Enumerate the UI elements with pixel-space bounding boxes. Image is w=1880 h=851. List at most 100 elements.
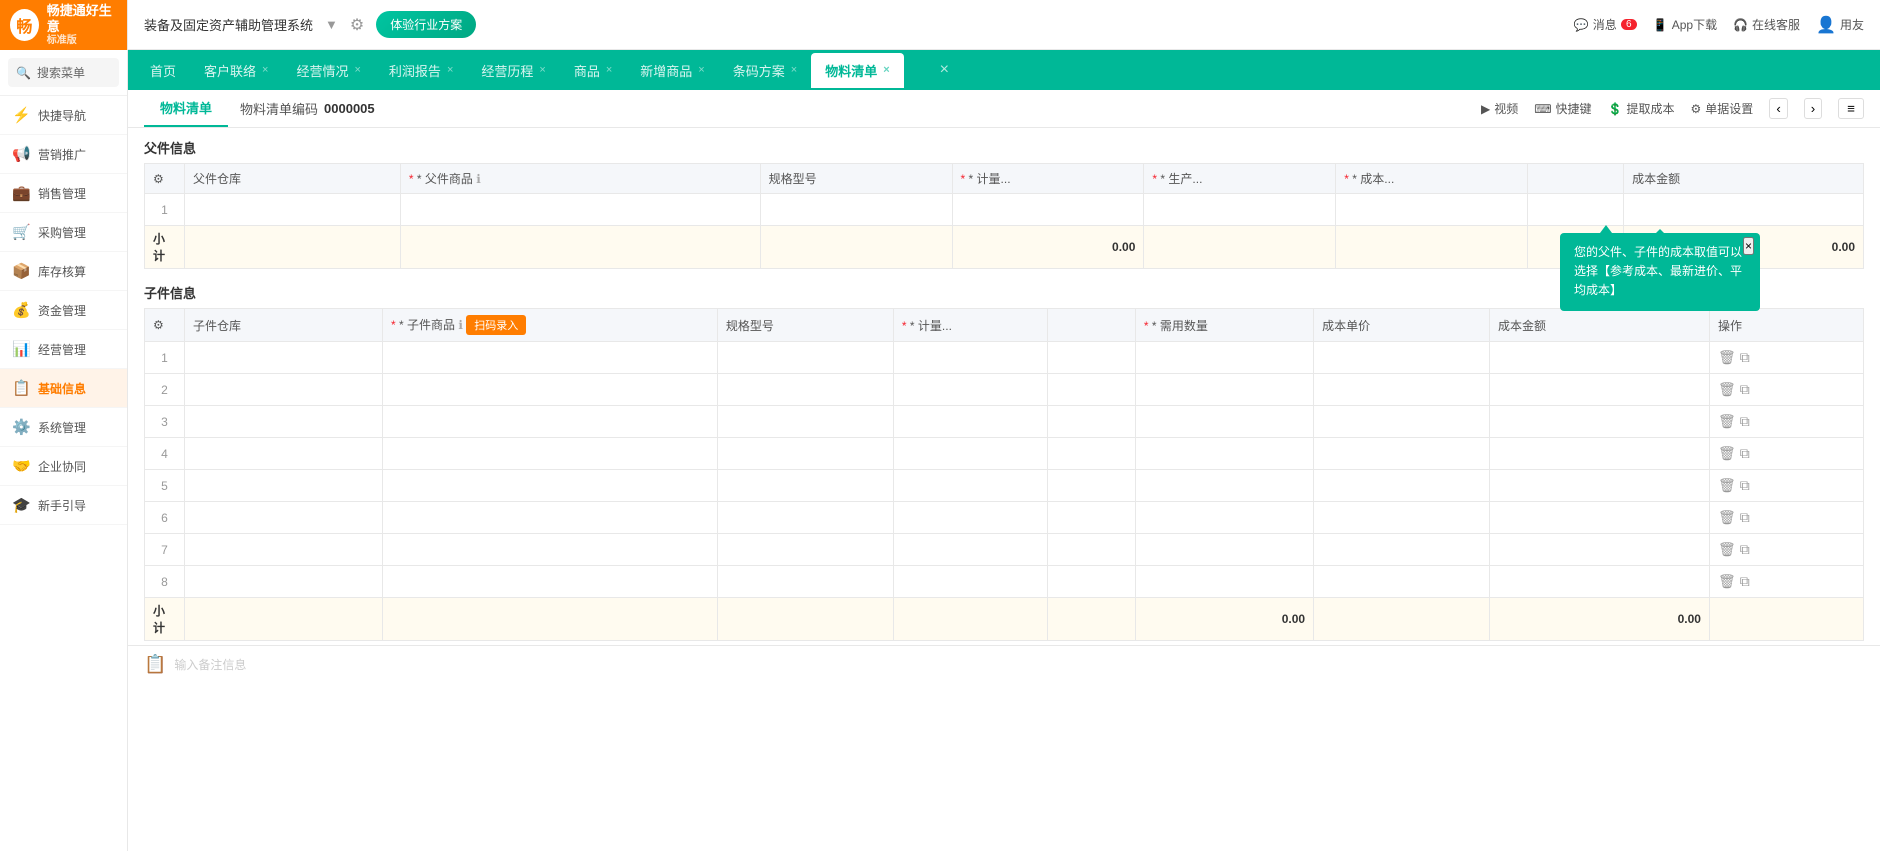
child-need-cell-5[interactable] [1135,470,1313,502]
child-th-settings[interactable]: ⚙ [145,309,185,342]
sidebar-item-quick-nav[interactable]: ⚡快捷导航 [0,96,127,135]
sidebar-item-basic-info[interactable]: 📋基础信息 [0,369,127,408]
child-unit-cell-5[interactable] [893,470,1047,502]
parent-spec-cell[interactable] [760,194,952,226]
tab-bom-list[interactable]: 物料清单 [144,90,228,127]
sidebar-item-operation[interactable]: 📊经营管理 [0,330,127,369]
child-cost-amount-cell-4[interactable] [1490,438,1710,470]
child-warehouse-cell-2[interactable] [185,374,383,406]
nav-tab-customer[interactable]: 客户联络 × [190,53,282,88]
tab-close-operation-stat[interactable]: × [354,64,360,76]
trial-button[interactable]: 体验行业方案 [376,11,476,38]
child-cost-amount-cell-5[interactable] [1490,470,1710,502]
nav-tab-add-product[interactable]: 新增商品 × [626,53,718,88]
nav-tab-home[interactable]: 首页 [136,53,190,88]
extract-cost-action[interactable]: 💲 提取成本 [1608,100,1675,117]
child-cost-amount-cell-8[interactable] [1490,566,1710,598]
child-unit-cell-6[interactable] [893,502,1047,534]
online-service-item[interactable]: 🎧 在线客服 [1733,16,1800,33]
menu-button[interactable]: ≡ [1838,98,1864,119]
child-unitprice-cell-8[interactable] [1314,566,1490,598]
child-unitprice-cell-6[interactable] [1314,502,1490,534]
delete-icon-7[interactable]: 🗑 [1718,541,1736,558]
child-spec-cell-2[interactable] [717,374,893,406]
sidebar-item-finance[interactable]: 💰资金管理 [0,291,127,330]
settings-gear-icon[interactable]: ⚙ [350,15,364,35]
nav-tab-bom[interactable]: 物料清单 × [811,53,903,88]
copy-icon-3[interactable]: ⧉ [1740,413,1750,430]
tooltip-close-button[interactable]: × [1743,237,1754,255]
delete-icon-2[interactable]: 🗑 [1718,381,1736,398]
child-product-cell-1[interactable] [382,342,717,374]
child-spec-cell-5[interactable] [717,470,893,502]
child-unit-cell-3[interactable] [893,406,1047,438]
child-need-cell-8[interactable] [1135,566,1313,598]
single-settings-action[interactable]: ⚙ 单据设置 [1691,100,1754,117]
user-item[interactable]: 👤 用友 [1816,15,1864,35]
child-need-cell-2[interactable] [1135,374,1313,406]
child-unitprice-cell-1[interactable] [1314,342,1490,374]
nav-tab-profit[interactable]: 利润报告 × [375,53,467,88]
tab-close-add-product[interactable]: × [698,64,704,76]
child-product-cell-7[interactable] [382,534,717,566]
child-unitprice-cell-3[interactable] [1314,406,1490,438]
nav-tab-history[interactable]: 经营历程 × [467,53,559,88]
nav-next-button[interactable]: › [1804,98,1822,119]
parent-unit-cell[interactable] [952,194,1144,226]
child-cost-amount-cell-7[interactable] [1490,534,1710,566]
child-cost-amount-cell-6[interactable] [1490,502,1710,534]
tab-close-profit[interactable]: × [447,64,453,76]
child-unit-cell-8[interactable] [893,566,1047,598]
delete-icon-1[interactable]: 🗑 [1718,349,1736,366]
sidebar-item-inventory[interactable]: 📦库存核算 [0,252,127,291]
nav-prev-button[interactable]: ‹ [1769,98,1787,119]
shortcut-action[interactable]: ⌨ 快捷键 [1534,100,1591,117]
tab-close-customer[interactable]: × [262,64,268,76]
child-need-cell-4[interactable] [1135,438,1313,470]
child-product-cell-8[interactable] [382,566,717,598]
delete-icon-4[interactable]: 🗑 [1718,445,1736,462]
child-need-cell-6[interactable] [1135,502,1313,534]
child-warehouse-cell-8[interactable] [185,566,383,598]
nav-close-all-button[interactable]: × [940,61,949,79]
child-cost-amount-cell-1[interactable] [1490,342,1710,374]
child-product-cell-5[interactable] [382,470,717,502]
child-unit-cell-2[interactable] [893,374,1047,406]
nav-tab-product[interactable]: 商品 × [560,53,626,88]
child-cost-amount-cell-2[interactable] [1490,374,1710,406]
tab-close-product[interactable]: × [606,64,612,76]
copy-icon-6[interactable]: ⧉ [1740,509,1750,526]
tab-close-bom[interactable]: × [883,64,889,76]
app-download-item[interactable]: 📱 App下载 [1653,16,1717,33]
child-spec-cell-3[interactable] [717,406,893,438]
parent-product-cell[interactable] [400,194,760,226]
parent-th-settings[interactable]: ⚙ [145,164,185,194]
sidebar-item-sales[interactable]: 💼销售管理 [0,174,127,213]
child-warehouse-cell-7[interactable] [185,534,383,566]
nav-tab-barcode[interactable]: 条码方案 × [719,53,811,88]
parent-produce-cell[interactable] [1144,194,1336,226]
copy-icon-8[interactable]: ⧉ [1740,573,1750,590]
child-spec-cell-1[interactable] [717,342,893,374]
parent-warehouse-cell[interactable] [185,194,401,226]
child-unitprice-cell-7[interactable] [1314,534,1490,566]
dropdown-arrow-icon[interactable]: ▼ [325,17,338,32]
delete-icon-6[interactable]: 🗑 [1718,509,1736,526]
child-warehouse-cell-1[interactable] [185,342,383,374]
sidebar-item-purchase[interactable]: 🛒采购管理 [0,213,127,252]
child-product-cell-3[interactable] [382,406,717,438]
child-warehouse-cell-4[interactable] [185,438,383,470]
child-unitprice-cell-2[interactable] [1314,374,1490,406]
sidebar-item-newbie[interactable]: 🎓新手引导 [0,486,127,525]
copy-icon-7[interactable]: ⧉ [1740,541,1750,558]
child-spec-cell-4[interactable] [717,438,893,470]
child-warehouse-cell-3[interactable] [185,406,383,438]
child-unit-cell-1[interactable] [893,342,1047,374]
tab-close-barcode[interactable]: × [791,64,797,76]
child-spec-cell-6[interactable] [717,502,893,534]
sidebar-item-cooperation[interactable]: 🤝企业协同 [0,447,127,486]
child-cost-amount-cell-3[interactable] [1490,406,1710,438]
child-unitprice-cell-4[interactable] [1314,438,1490,470]
search-menu-button[interactable]: 🔍 搜索菜单 [8,58,119,87]
sidebar-item-marketing[interactable]: 📢营销推广 [0,135,127,174]
